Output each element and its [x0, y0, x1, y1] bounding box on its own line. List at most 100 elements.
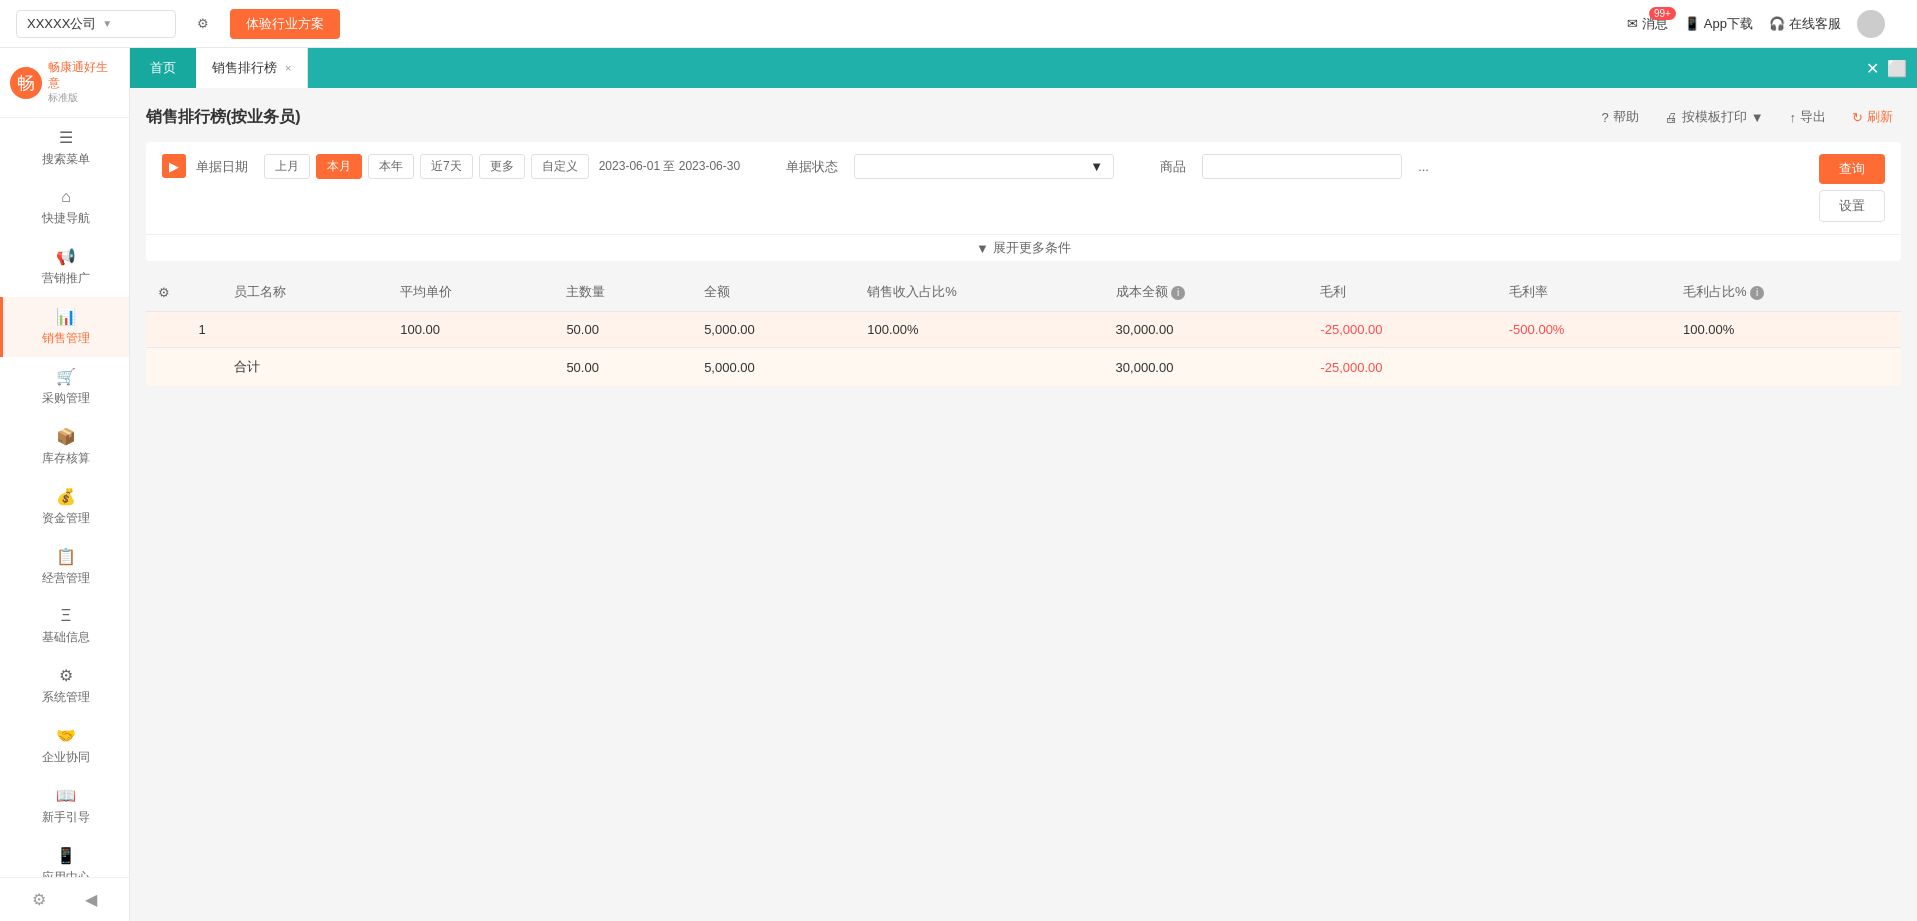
sidebar-item-search[interactable]: ☰ 搜索菜单 — [0, 118, 129, 178]
export-button[interactable]: ↑ 导出 — [1782, 104, 1835, 130]
sidebar-item-shortcut[interactable]: ⌂ 快捷导航 — [0, 178, 129, 237]
filter-action-buttons: 查询 设置 — [1819, 142, 1901, 230]
sidebar-item-marketing[interactable]: 📢 营销推广 — [0, 237, 129, 297]
template-dropdown-icon: ▼ — [1751, 110, 1764, 125]
print-icon: 🖨 — [1665, 110, 1678, 125]
tab-close-icon[interactable]: × — [285, 62, 291, 74]
message-badge: 99+ — [1649, 7, 1676, 20]
sidebar-item-system[interactable]: ⚙ 系统管理 — [0, 656, 129, 716]
guide-icon: 📖 — [56, 786, 76, 805]
date-range-display: 2023-06-01 至 2023-06-30 — [599, 158, 740, 175]
inventory-icon: 📦 — [56, 427, 76, 446]
top-bar: XXXXX公司 ▼ ⚙ 体验行业方案 ✉ 消息 99+ 📱 App下载 🎧 在线… — [0, 0, 1917, 48]
sidebar-item-guide[interactable]: 📖 新手引导 — [0, 776, 129, 836]
expand-conditions-button[interactable]: ▼ 展开更多条件 — [976, 239, 1071, 257]
tab-home[interactable]: 首页 — [130, 48, 196, 88]
col-cost: 成本全额 i — [1104, 273, 1309, 312]
template-print-button[interactable]: 🖨 按模板打印 ▼ — [1657, 104, 1772, 130]
footer-profit: -25,000.00 — [1308, 348, 1496, 387]
query-button[interactable]: 查询 — [1819, 154, 1885, 184]
goods-input[interactable] — [1202, 154, 1402, 179]
management-icon: 📋 — [56, 547, 76, 566]
sidebar-label-sales: 销售管理 — [42, 330, 90, 347]
table-section: ⚙ 员工名称 平均单价 主数量 全额 销售收入占比% 成本全额 i — [146, 273, 1901, 386]
col-settings: ⚙ — [146, 273, 182, 312]
date-btn-7days[interactable]: 近7天 — [420, 154, 473, 179]
table-header-row: ⚙ 员工名称 平均单价 主数量 全额 销售收入占比% 成本全额 i — [146, 273, 1901, 312]
company-dropdown-icon: ▼ — [102, 18, 112, 29]
logo-area: 畅 畅康通好生意 标准版 — [0, 48, 129, 118]
sidebar-item-finance[interactable]: 💰 资金管理 — [0, 477, 129, 537]
col-settings-icon[interactable]: ⚙ — [158, 285, 170, 300]
footer-cost: 30,000.00 — [1104, 348, 1309, 387]
date-btn-last-month[interactable]: 上月 — [264, 154, 310, 179]
tab-sales-ranking-label: 销售排行榜 — [212, 59, 277, 77]
tab-sales-ranking[interactable]: 销售排行榜 × — [196, 48, 308, 88]
date-filter: 上月 本月 本年 近7天 更多 自定义 2023-06-01 至 2023-06… — [264, 154, 740, 179]
footer-profit-pct — [1671, 348, 1901, 387]
rankings-table: ⚙ 员工名称 平均单价 主数量 全额 销售收入占比% 成本全额 i — [146, 273, 1901, 386]
sidebar-item-purchase[interactable]: 🛒 采购管理 — [0, 357, 129, 417]
col-name: 员工名称 — [222, 273, 388, 312]
tab-spacer — [308, 48, 1856, 88]
footer-quantity: 50.00 — [554, 348, 692, 387]
expand-row: ▼ 展开更多条件 — [146, 234, 1901, 261]
footer-sales-pct — [855, 348, 1103, 387]
tab-home-label: 首页 — [150, 59, 176, 77]
headset-icon: 🎧 — [1769, 16, 1785, 31]
main-content: 销售排行榜(按业务员) ? 帮助 🖨 按模板打印 ▼ ↑ — [130, 88, 1917, 921]
sidebar-item-enterprise[interactable]: 🤝 企业协同 — [0, 716, 129, 776]
basic-icon: Ξ — [61, 607, 71, 625]
date-btn-custom[interactable]: 自定义 — [531, 154, 589, 179]
tab-minimize-button[interactable]: ✕ — [1866, 59, 1879, 78]
sidebar-settings-button[interactable]: ⚙ — [32, 890, 46, 909]
goods-more-button[interactable]: ... — [1418, 159, 1429, 174]
help-button[interactable]: ? 帮助 — [1593, 104, 1646, 130]
enterprise-icon: 🤝 — [56, 726, 76, 745]
tab-maximize-button[interactable]: ⬜ — [1887, 59, 1907, 78]
trial-button[interactable]: 体验行业方案 — [230, 9, 340, 39]
sidebar-label-shortcut: 快捷导航 — [42, 210, 90, 227]
col-amount: 全额 — [692, 273, 855, 312]
date-label: 单据日期 — [196, 158, 248, 176]
date-btn-this-month[interactable]: 本月 — [316, 154, 362, 179]
date-btn-more[interactable]: 更多 — [479, 154, 525, 179]
app-download-button[interactable]: 📱 App下载 — [1684, 15, 1753, 33]
row-avg-price: 100.00 — [388, 312, 554, 348]
settings-button[interactable]: 设置 — [1819, 190, 1885, 222]
sidebar-label-management: 经营管理 — [42, 570, 90, 587]
footer-avg-price — [388, 348, 554, 387]
sidebar: 畅 畅康通好生意 标准版 ☰ 搜索菜单 ⌂ 快捷导航 📢 营销推广 — [0, 48, 130, 921]
filter-section: ▶ 单据日期 上月 本月 本年 近7天 更多 — [146, 142, 1901, 261]
sidebar-item-management[interactable]: 📋 经营管理 — [0, 537, 129, 597]
sidebar-item-basic[interactable]: Ξ 基础信息 — [0, 597, 129, 656]
refresh-button[interactable]: ↻ 刷新 — [1844, 104, 1901, 130]
tab-bar: 首页 销售排行榜 × ✕ ⬜ — [130, 48, 1917, 88]
sidebar-item-apps[interactable]: 📱 应用中心 — [0, 836, 129, 877]
filter-row-1: 单据日期 上月 本月 本年 近7天 更多 自定义 2023-06-01 至 20… — [196, 154, 1819, 179]
total-row: 合计 50.00 5,000.00 30,000.00 -25,000.00 — [146, 348, 1901, 387]
sidebar-label-apps: 应用中心 — [42, 869, 90, 877]
message-button[interactable]: ✉ 消息 99+ — [1627, 15, 1668, 33]
footer-settings — [146, 348, 182, 387]
user-avatar[interactable] — [1857, 10, 1885, 38]
col-rank — [182, 273, 222, 312]
cost-info-icon: i — [1171, 286, 1185, 300]
filter-toggle-button[interactable]: ▶ — [162, 154, 186, 178]
sidebar-nav: ☰ 搜索菜单 ⌂ 快捷导航 📢 营销推广 📊 销售管理 🛒 采购管理 — [0, 118, 129, 877]
col-profit-rate: 毛利率 — [1497, 273, 1671, 312]
row-name — [222, 312, 388, 348]
footer-label: 合计 — [222, 348, 388, 387]
content-area: 首页 销售排行榜 × ✕ ⬜ 销售排行榜(按业务员) — [130, 48, 1917, 921]
company-selector[interactable]: XXXXX公司 ▼ — [16, 10, 176, 38]
topbar-settings-button[interactable]: ⚙ — [188, 9, 218, 39]
online-service-button[interactable]: 🎧 在线客服 — [1769, 15, 1841, 33]
company-name: XXXXX公司 — [27, 15, 96, 33]
status-select[interactable]: ▼ — [854, 154, 1114, 179]
sidebar-item-sales[interactable]: 📊 销售管理 — [0, 297, 129, 357]
date-btn-this-year[interactable]: 本年 — [368, 154, 414, 179]
page-title: 销售排行榜(按业务员) — [146, 107, 301, 128]
logo-sub: 标准版 — [48, 91, 119, 105]
sidebar-item-inventory[interactable]: 📦 库存核算 — [0, 417, 129, 477]
sidebar-collapse-button[interactable]: ◀ — [85, 890, 97, 909]
